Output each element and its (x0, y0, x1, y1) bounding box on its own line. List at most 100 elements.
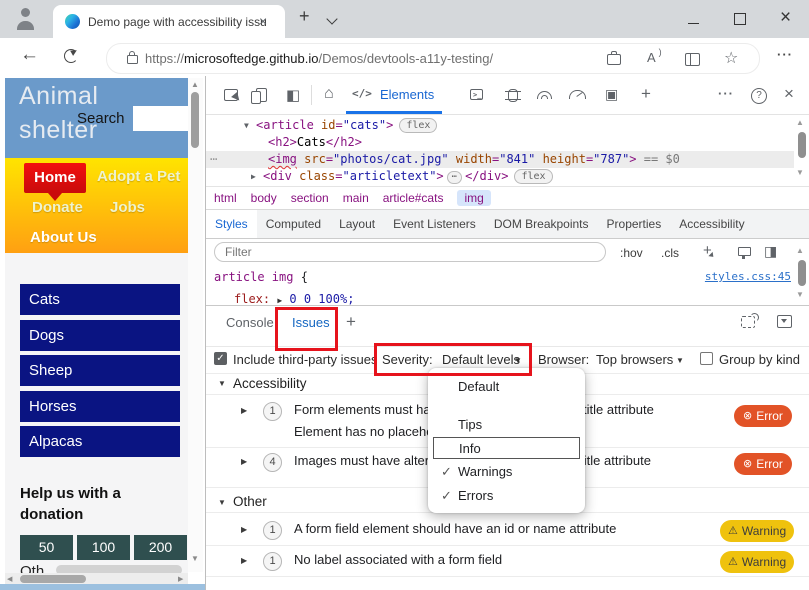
scroll-down-icon[interactable]: ▼ (191, 554, 199, 563)
styles-scroll-down-icon[interactable]: ▼ (796, 290, 804, 299)
tree-scroll-up-icon[interactable]: ▲ (796, 118, 804, 127)
dom-line-img[interactable]: <img src="photos/cat.jpg" width="841" he… (268, 151, 680, 168)
devtools-menu-icon[interactable]: ··· (718, 86, 734, 101)
expand-twisty-icon[interactable]: ▼ (244, 121, 249, 130)
scroll-right-icon[interactable]: ▶ (178, 575, 183, 583)
animal-button-alpacas[interactable]: Alpacas (20, 426, 180, 457)
profile-avatar[interactable] (13, 6, 38, 31)
tab-list-chevron-icon[interactable] (326, 13, 338, 25)
donate-100-button[interactable]: 100 (77, 535, 130, 560)
browser-menu-icon[interactable]: ··· (777, 47, 793, 62)
device-emulation-icon[interactable] (251, 88, 267, 104)
hover-state-toggle[interactable]: :hov (620, 246, 643, 260)
tab-layout[interactable]: Layout (330, 210, 384, 238)
format-brush-icon[interactable] (738, 247, 751, 259)
browser-caret-icon[interactable]: ▼ (676, 356, 684, 365)
tab-dom-breakpoints[interactable]: DOM Breakpoints (485, 210, 598, 238)
crumb-img[interactable]: img (457, 190, 491, 206)
immersive-reader-icon[interactable] (685, 53, 700, 66)
styles-scrollbar-thumb[interactable] (798, 260, 806, 286)
console-tool-icon[interactable]: >_ (470, 89, 483, 100)
favorite-star-icon[interactable]: ☆ (724, 48, 738, 68)
expand-drawer-icon[interactable] (777, 315, 792, 328)
debugger-bug-icon[interactable] (505, 89, 521, 102)
dock-side-icon[interactable]: ◧ (286, 86, 300, 104)
nav-home[interactable]: Home (24, 163, 86, 193)
css-rule-selector[interactable]: article img { (214, 270, 308, 284)
browser-select[interactable]: Top browsers (596, 352, 673, 367)
issue-caret-icon[interactable]: ▶ (241, 525, 247, 534)
menu-item-tips[interactable]: Tips (433, 414, 580, 436)
scroll-up-icon[interactable]: ▲ (191, 80, 199, 89)
class-toggle[interactable]: .cls (661, 246, 679, 260)
new-style-rule-icon[interactable]: + (703, 242, 712, 259)
css-property-flex[interactable]: flex: ▶ 0 0 100%; (234, 292, 354, 306)
animal-button-sheep[interactable]: Sheep (20, 355, 180, 386)
url-field[interactable]: https://microsoftedge.github.io/Demos/de… (106, 43, 760, 74)
nav-about[interactable]: About Us (30, 229, 97, 246)
nav-jobs[interactable]: Jobs (110, 199, 145, 216)
tab-computed[interactable]: Computed (257, 210, 330, 238)
tab-event-listeners[interactable]: Event Listeners (384, 210, 485, 238)
group-by-kind-checkbox[interactable] (700, 352, 713, 365)
crumb-article[interactable]: article#cats (383, 191, 444, 205)
tab-elements[interactable]: </> Elements (344, 76, 444, 114)
collapse-twisty-icon[interactable]: ▶ (251, 172, 256, 181)
home-icon[interactable]: ⌂ (324, 85, 334, 103)
issue-group-accessibility[interactable]: Accessibility (233, 376, 307, 391)
read-aloud-icon[interactable]: A (647, 47, 661, 65)
tab-styles[interactable]: Styles (206, 210, 257, 238)
more-tools-plus-icon[interactable]: + (641, 84, 651, 104)
animal-button-horses[interactable]: Horses (20, 391, 180, 422)
tab-console[interactable]: Console (226, 315, 274, 330)
styles-scroll-up-icon[interactable]: ▲ (796, 246, 804, 255)
stylesheet-link[interactable]: styles.css:45 (705, 270, 791, 283)
window-minimize-button[interactable] (688, 23, 699, 24)
group-caret-icon[interactable]: ▼ (218, 379, 226, 388)
tab-accessibility[interactable]: Accessibility (670, 210, 753, 238)
reload-issues-icon[interactable] (741, 313, 759, 328)
include-third-party-checkbox[interactable]: ✓ (214, 352, 227, 365)
crumb-body[interactable]: body (251, 191, 277, 205)
menu-item-info[interactable]: Info (433, 437, 580, 459)
browser-tab[interactable]: Demo page with accessibility issu × (53, 5, 285, 38)
crumb-html[interactable]: html (214, 191, 237, 205)
group-caret-icon[interactable]: ▼ (218, 498, 226, 507)
window-maximize-button[interactable] (734, 13, 746, 25)
refresh-button[interactable] (64, 49, 78, 63)
tree-scroll-down-icon[interactable]: ▼ (796, 168, 804, 177)
devtools-close-icon[interactable]: × (784, 84, 794, 104)
flex-badge[interactable]: flex (514, 169, 553, 184)
inspect-element-icon[interactable] (224, 89, 238, 101)
performance-gauge-icon[interactable] (569, 90, 586, 99)
menu-item-default[interactable]: Default (433, 376, 580, 398)
page-vertical-scrollbar[interactable]: ▲ ▼ (188, 78, 203, 572)
drawer-add-tab-icon[interactable]: + (346, 312, 356, 332)
collections-icon[interactable] (607, 51, 621, 65)
styles-sidebar-toggle-icon[interactable]: ◨ (764, 243, 777, 260)
tab-close-icon[interactable]: × (259, 13, 267, 29)
memory-chip-icon[interactable]: ▣ (605, 86, 618, 103)
scrollbar-thumb[interactable] (191, 92, 199, 148)
issue-caret-icon[interactable]: ▶ (241, 406, 247, 415)
issue-title[interactable]: A form field element should have an id o… (294, 521, 616, 536)
issue-group-other[interactable]: Other (233, 494, 267, 509)
issue-caret-icon[interactable]: ▶ (241, 457, 247, 466)
help-icon[interactable]: ? (751, 88, 767, 104)
dom-line-div[interactable]: <div class="articletext"> ⋯ </div> flex (263, 168, 553, 185)
flex-badge[interactable]: flex (399, 118, 438, 133)
scroll-left-icon[interactable]: ◀ (7, 575, 12, 583)
menu-item-warnings[interactable]: ✓ Warnings (433, 461, 580, 483)
dom-line-article[interactable]: <article id="cats"> flex (256, 117, 438, 134)
dom-row-menu-icon[interactable]: ⋯ (210, 151, 217, 168)
collapsed-content-icon[interactable]: ⋯ (446, 171, 463, 184)
issue-caret-icon[interactable]: ▶ (241, 556, 247, 565)
donate-50-button[interactable]: 50 (20, 535, 73, 560)
dom-line-h2[interactable]: <h2>Cats</h2> (268, 134, 362, 151)
new-tab-button[interactable]: + (299, 6, 310, 27)
donate-200-button[interactable]: 200 (134, 535, 187, 560)
crumb-main[interactable]: main (343, 191, 369, 205)
back-button[interactable]: ← (20, 44, 39, 66)
tree-scrollbar-thumb[interactable] (798, 132, 806, 158)
network-wifi-icon[interactable] (536, 89, 552, 99)
